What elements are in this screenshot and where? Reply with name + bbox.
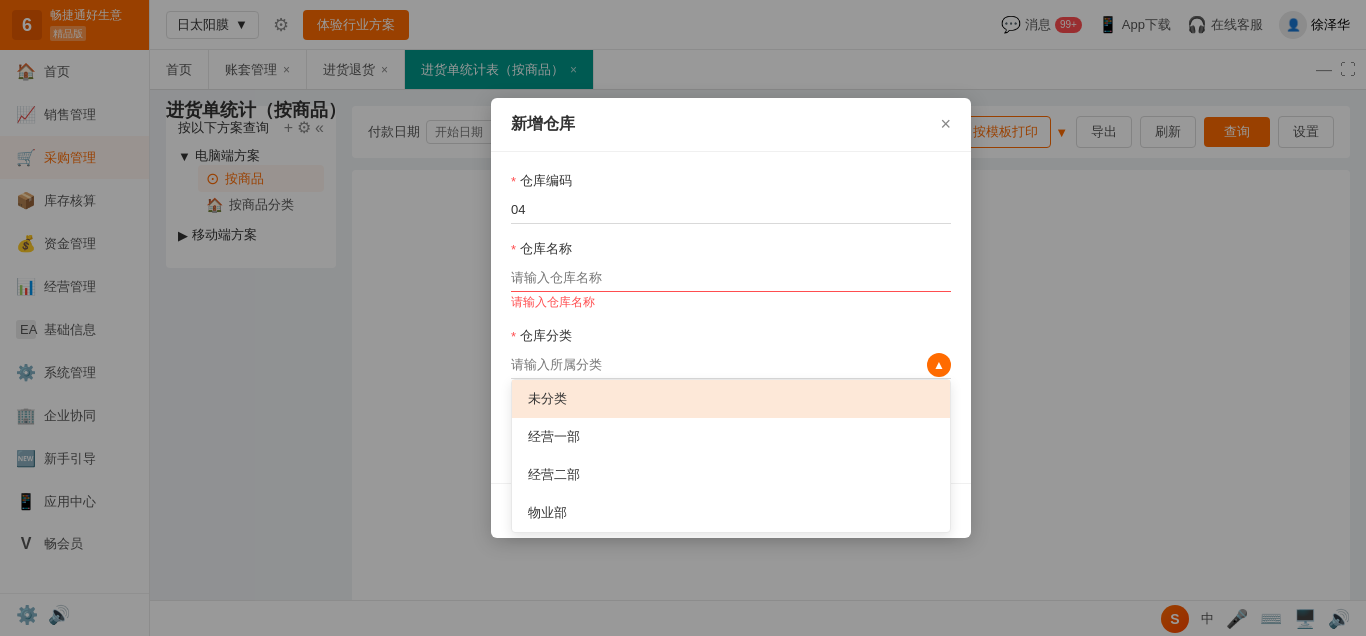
category-option-dept3[interactable]: 物业部 xyxy=(512,494,950,532)
category-required: * xyxy=(511,329,516,344)
warehouse-name-field: * 仓库名称 请输入仓库名称 xyxy=(511,240,951,311)
name-required: * xyxy=(511,242,516,257)
modal-header: 新增仓库 × xyxy=(491,98,971,152)
category-label: * 仓库分类 xyxy=(511,327,951,345)
warehouse-name-input[interactable] xyxy=(511,264,951,292)
code-required: * xyxy=(511,174,516,189)
category-option-dept2[interactable]: 经营二部 xyxy=(512,456,950,494)
name-error: 请输入仓库名称 xyxy=(511,294,951,311)
category-option-dept1[interactable]: 经营一部 xyxy=(512,418,950,456)
warehouse-code-input[interactable] xyxy=(511,196,951,224)
category-toggle-button[interactable]: ▲ xyxy=(927,353,951,377)
code-label: * 仓库编码 xyxy=(511,172,951,190)
name-label: * 仓库名称 xyxy=(511,240,951,258)
category-option-none[interactable]: 未分类 xyxy=(512,380,950,418)
modal-body: * 仓库编码 * 仓库名称 请输入仓库名称 * 仓库分类 ▲ xyxy=(491,152,971,483)
category-input-row: ▲ xyxy=(511,351,951,379)
warehouse-category-field: * 仓库分类 ▲ 未分类 经营一部 经营二部 物业部 xyxy=(511,327,951,379)
modal-title: 新增仓库 xyxy=(511,114,575,135)
new-warehouse-modal: 新增仓库 × * 仓库编码 * 仓库名称 请输入仓库名称 * 仓库分类 xyxy=(491,98,971,538)
category-input[interactable] xyxy=(511,351,927,378)
warehouse-code-field: * 仓库编码 xyxy=(511,172,951,224)
category-dropdown: 未分类 经营一部 经营二部 物业部 xyxy=(511,379,951,533)
category-selector: ▲ 未分类 经营一部 经营二部 物业部 xyxy=(511,351,951,379)
modal-close-button[interactable]: × xyxy=(940,114,951,135)
